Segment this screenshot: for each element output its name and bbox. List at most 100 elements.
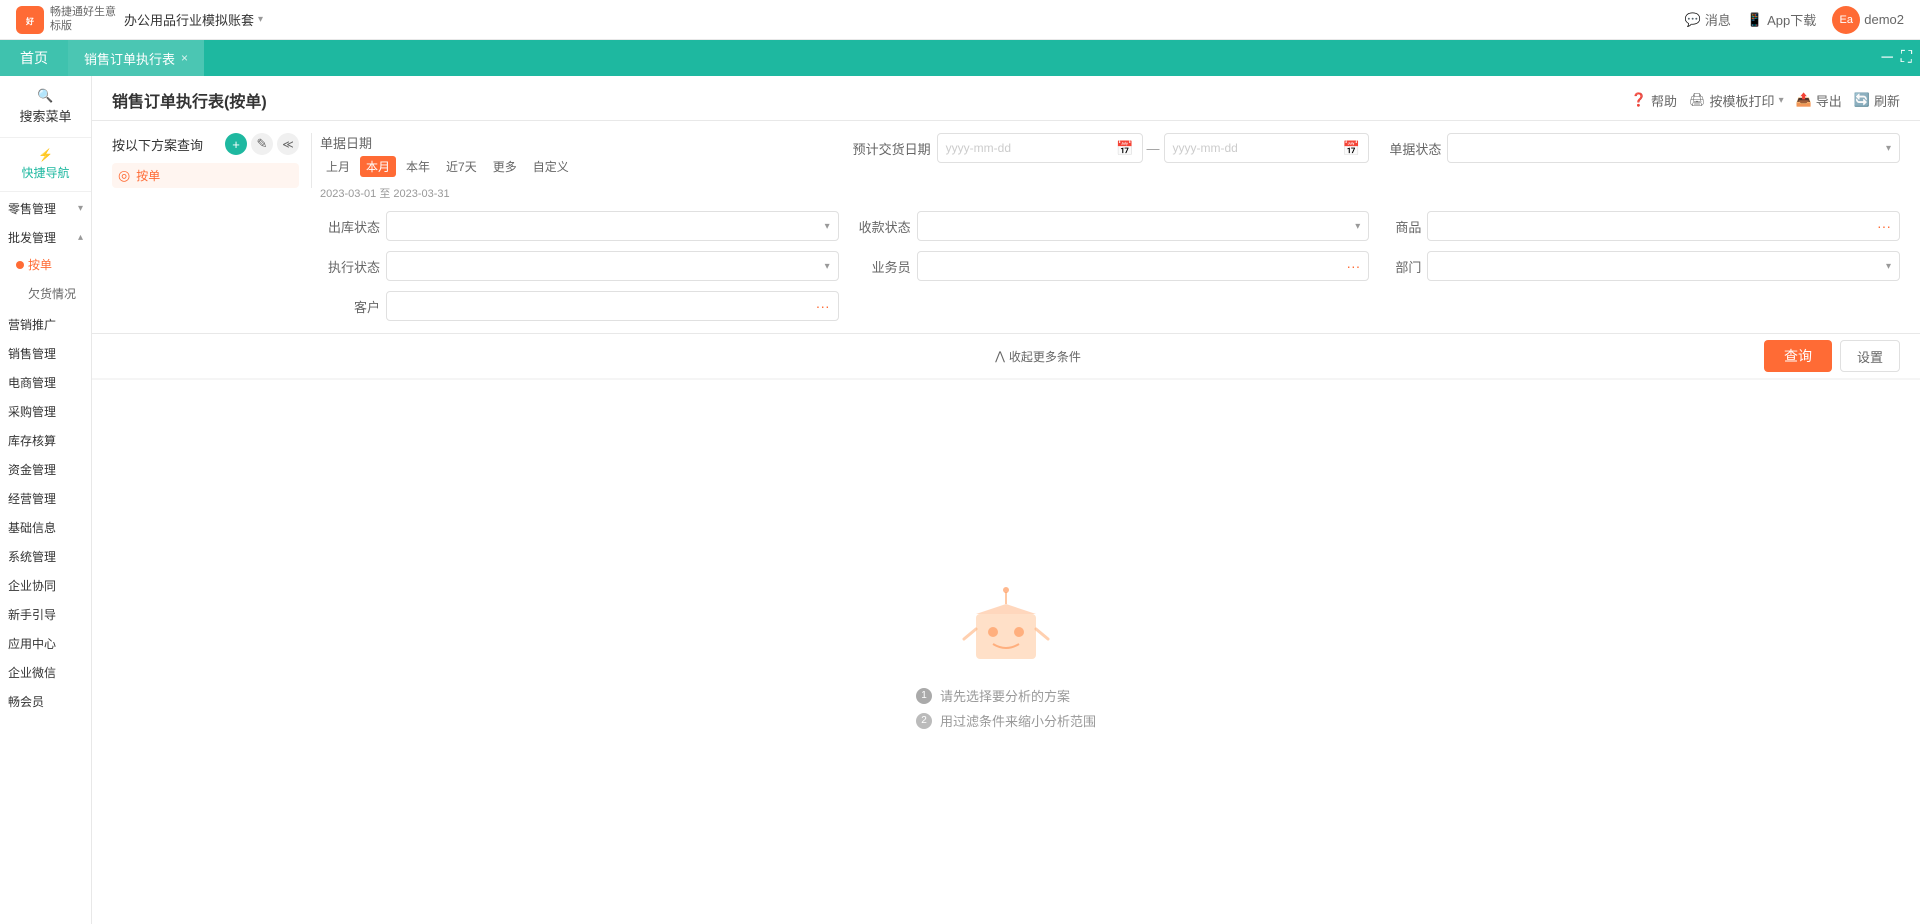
avatar: Ea: [1832, 6, 1860, 34]
date-btn-this-month[interactable]: 本月: [360, 156, 396, 177]
refresh-icon: 🔄: [1854, 92, 1870, 108]
date-btn-custom[interactable]: 自定义: [527, 156, 575, 177]
date-quick-btns: 上月 本月 本年 近7天 更多 自定义: [320, 156, 575, 177]
tab-active[interactable]: 销售订单执行表 ×: [68, 40, 204, 76]
tab-close-icon[interactable]: ×: [181, 51, 188, 65]
dept-select[interactable]: ▾: [1427, 251, 1900, 281]
salesperson-dots-icon: ···: [1346, 258, 1360, 274]
product-label: 商品: [1381, 217, 1421, 236]
exec-arrow-icon: ▾: [825, 261, 830, 272]
print-icon: 🖨: [1689, 92, 1706, 108]
customer-dots-icon: ···: [816, 298, 830, 314]
receipt-arrow-icon: ▾: [1355, 221, 1360, 232]
app-download-button[interactable]: 📱 App下载: [1747, 10, 1816, 29]
calendar-icon-2: 📅: [1343, 140, 1360, 157]
collapse-button[interactable]: ⋀ 收起更多条件: [312, 342, 1764, 371]
sidebar-quick-nav[interactable]: ⚡ 快捷导航: [0, 138, 91, 192]
app-selector[interactable]: 办公用品行业模拟账套 ▾: [124, 10, 263, 29]
page-header: 销售订单执行表(按单) ❓ 帮助 🖨 按模板打印 ▾ 📤 导出 🔄 刷新: [92, 76, 1920, 121]
refresh-button[interactable]: 🔄 刷新: [1854, 91, 1900, 110]
plan-item-icon: ◎: [118, 167, 130, 184]
filter-plan-header: 按以下方案查询 + ✎ ≪: [112, 133, 299, 155]
product-select[interactable]: ···: [1427, 211, 1900, 241]
sidebar-group-retail[interactable]: 零售管理 ▾: [0, 192, 91, 221]
calendar-icon: 📅: [1116, 140, 1133, 157]
top-bar: 好 畅捷通好生意 标版 办公用品行业模拟账套 ▾ 💬 消息 📱 App下载 Ea…: [0, 0, 1920, 40]
empty-tip-2: 2 用过滤条件来缩小分析范围: [916, 711, 1096, 730]
sidebar-group-enterprise[interactable]: 企业协同: [0, 569, 91, 598]
empty-state: 1 请先选择要分析的方案 2 用过滤条件来缩小分析范围: [92, 380, 1920, 924]
product-dots-icon: ···: [1877, 218, 1891, 234]
collapse-plan-button[interactable]: ≪: [277, 133, 299, 155]
sidebar-group-basic[interactable]: 基础信息: [0, 511, 91, 540]
sidebar-group-ecommerce[interactable]: 电商管理: [0, 366, 91, 395]
print-button[interactable]: 🖨 按模板打印 ▾: [1689, 91, 1784, 110]
salesperson-label: 业务员: [851, 257, 911, 276]
date-btn-this-year[interactable]: 本年: [400, 156, 436, 177]
edit-plan-button[interactable]: ✎: [251, 133, 273, 155]
sidebar-group-purchase[interactable]: 采购管理: [0, 395, 91, 424]
filter-plan-panel: 按以下方案查询 + ✎ ≪ ◎ 按单: [112, 133, 312, 188]
empty-tips: 1 请先选择要分析的方案 2 用过滤条件来缩小分析范围: [916, 686, 1096, 730]
setting-button[interactable]: 设置: [1840, 340, 1900, 372]
date-btn-7days[interactable]: 近7天: [440, 156, 483, 177]
expected-date-from-input[interactable]: yyyy-mm-dd 📅: [937, 133, 1143, 163]
page-title: 销售订单执行表(按单): [112, 88, 267, 112]
help-button[interactable]: ❓ 帮助: [1631, 91, 1677, 110]
export-button[interactable]: 📤 导出: [1796, 91, 1842, 110]
filter-plan-actions: + ✎ ≪: [225, 133, 299, 155]
expected-date-label: 预计交货日期: [851, 139, 931, 158]
sidebar-group-newbie[interactable]: 新手引导: [0, 598, 91, 627]
query-button[interactable]: 查询: [1764, 340, 1832, 372]
dept-arrow-icon: ▾: [1886, 261, 1891, 272]
receipt-status-label: 收款状态: [851, 217, 911, 236]
message-icon: 💬: [1685, 12, 1701, 28]
collapse-up-icon: ⋀: [995, 349, 1005, 363]
message-button[interactable]: 💬 消息: [1685, 10, 1731, 29]
sidebar-group-marketing[interactable]: 营销推广: [0, 308, 91, 337]
sidebar-group-member[interactable]: 畅会员: [0, 685, 91, 714]
sidebar-search[interactable]: 🔍 搜索菜单: [0, 76, 91, 138]
tab-minimize-icon[interactable]: ─: [1881, 49, 1892, 67]
date-btn-more[interactable]: 更多: [487, 156, 523, 177]
sidebar-group-appcenter[interactable]: 应用中心: [0, 627, 91, 656]
receipt-status-select[interactable]: ▾: [917, 211, 1370, 241]
sidebar-group-system[interactable]: 系统管理: [0, 540, 91, 569]
plan-item-按单[interactable]: ◎ 按单: [112, 163, 299, 188]
sidebar-group-wechat[interactable]: 企业微信: [0, 656, 91, 685]
filter-fields: 单据日期 上月 本月 本年 近7天 更多 自定义: [320, 133, 1900, 321]
status-select[interactable]: ▾: [1447, 133, 1900, 163]
customer-label: 客户: [320, 297, 380, 316]
logo-area: 好 畅捷通好生意 标版: [16, 6, 116, 34]
add-plan-button[interactable]: +: [225, 133, 247, 155]
salesperson-select[interactable]: ···: [917, 251, 1370, 281]
sidebar-group-operation[interactable]: 经营管理: [0, 482, 91, 511]
search-icon: 🔍: [37, 88, 53, 104]
sidebar-group-inventory[interactable]: 库存核算: [0, 424, 91, 453]
user-profile[interactable]: Ea demo2: [1832, 6, 1904, 34]
svg-text:好: 好: [25, 16, 34, 26]
tip-num-2: 2: [916, 713, 932, 729]
content-area: 销售订单执行表(按单) ❓ 帮助 🖨 按模板打印 ▾ 📤 导出 🔄 刷新: [92, 76, 1920, 924]
sidebar: 🔍 搜索菜单 ⚡ 快捷导航 零售管理 ▾ 批发管理 ▴ 按单 欠货情况 营销推广…: [0, 76, 92, 924]
date-range-display: 2023-03-01 至 2023-03-31: [320, 185, 839, 201]
sidebar-group-finance[interactable]: 资金管理: [0, 453, 91, 482]
status-arrow-icon: ▾: [1886, 143, 1891, 154]
customer-select[interactable]: ···: [386, 291, 839, 321]
tab-home[interactable]: 首页: [0, 40, 68, 76]
ship-status-select[interactable]: ▾: [386, 211, 839, 241]
logo-text: 畅捷通好生意 标版: [50, 6, 116, 32]
exec-status-label: 执行状态: [320, 257, 380, 276]
sidebar-item-欠货情况[interactable]: 欠货情况: [0, 279, 91, 308]
tab-fullscreen-icon[interactable]: ⛶: [1901, 49, 1912, 67]
expected-date-to-input[interactable]: yyyy-mm-dd 📅: [1164, 133, 1370, 163]
exec-status-select[interactable]: ▾: [386, 251, 839, 281]
sidebar-item-按单[interactable]: 按单: [0, 250, 91, 279]
sidebar-group-wholesale[interactable]: 批发管理 ▴: [0, 221, 91, 250]
app-selector-arrow-icon: ▾: [258, 14, 263, 25]
sidebar-group-sales[interactable]: 销售管理: [0, 337, 91, 366]
date-btn-last-month[interactable]: 上月: [320, 156, 356, 177]
page-actions: ❓ 帮助 🖨 按模板打印 ▾ 📤 导出 🔄 刷新: [1631, 91, 1900, 110]
tab-bar-actions: ─ ⛶: [1881, 49, 1920, 67]
date-field-label: 单据日期: [320, 133, 372, 152]
